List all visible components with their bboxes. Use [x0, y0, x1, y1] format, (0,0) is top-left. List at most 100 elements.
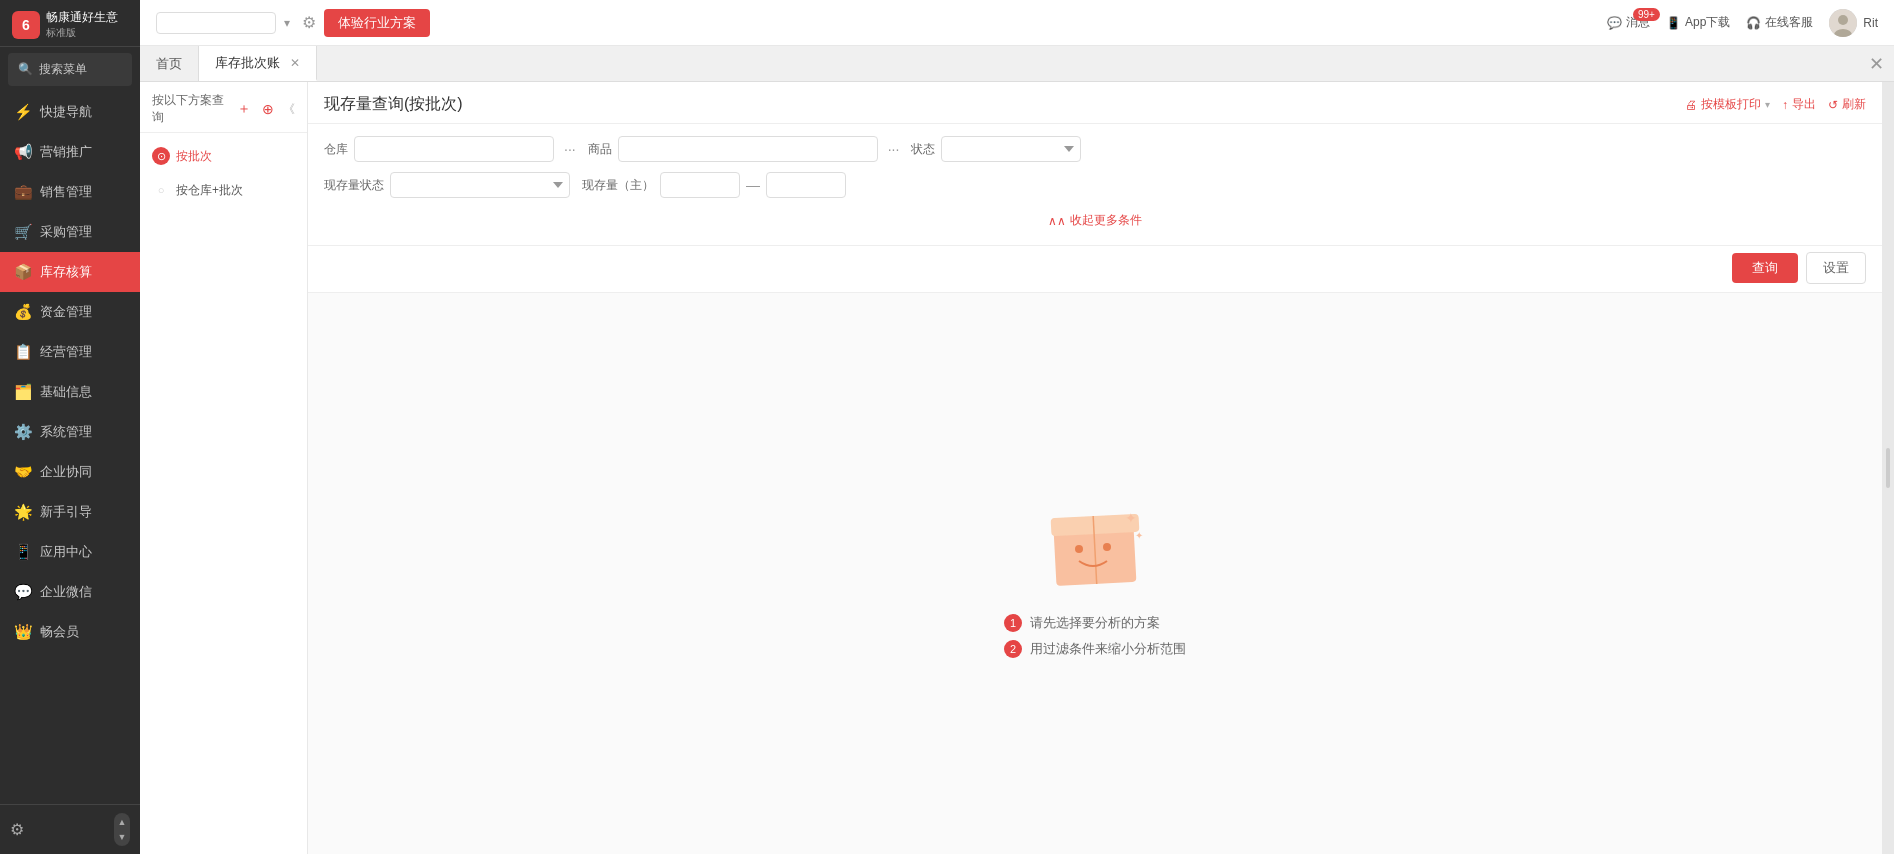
breadcrumb-input[interactable]: [156, 12, 276, 34]
guide-icon: 🌟: [14, 503, 32, 521]
svg-text:✦: ✦: [1125, 510, 1137, 526]
inventory-qty-from[interactable]: [660, 172, 740, 198]
hint-num-2: 2: [1004, 640, 1022, 658]
scroll-down-icon[interactable]: ▼: [118, 830, 127, 844]
sidebar-item-finance[interactable]: 💰 资金管理: [0, 292, 140, 332]
print-dropdown-icon[interactable]: ▾: [1765, 99, 1770, 110]
plan-item-by-batch[interactable]: ⊙ 按批次: [140, 139, 307, 173]
refresh-btn[interactable]: ↺ 刷新: [1828, 96, 1866, 113]
main-area: ▾ ⚙ 体验行业方案 💬 消息 99+ 📱 App下载 🎧 在线客服: [140, 0, 1894, 854]
right-panel: 现存量查询(按批次) 🖨 按模板打印 ▾ ↑ 导出 ↺: [308, 82, 1882, 854]
export-btn[interactable]: ↑ 导出: [1782, 96, 1816, 113]
tab-close-all-icon[interactable]: ✕: [1869, 53, 1884, 75]
download-icon: 📱: [1666, 16, 1681, 30]
product-input[interactable]: [618, 136, 878, 162]
collapse-panel-icon[interactable]: 《: [283, 101, 295, 118]
sidebar-item-label: 基础信息: [40, 383, 92, 401]
messages-badge: 99+: [1633, 8, 1660, 21]
inventory-status-filter: 现存量状态: [324, 172, 570, 198]
collapse-more-btn[interactable]: ∧∧ 收起更多条件: [324, 208, 1866, 233]
topbar: ▾ ⚙ 体验行业方案 💬 消息 99+ 📱 App下载 🎧 在线客服: [140, 0, 1894, 46]
warehouse-input[interactable]: [354, 136, 554, 162]
left-panel-icons: ＋ ⊕ 《: [235, 100, 295, 118]
sidebar-scroll-control: ▲ ▼: [114, 813, 130, 846]
query-button[interactable]: 查询: [1732, 253, 1798, 283]
filter-row-1: 仓库 ··· 商品 ··· 状态: [324, 136, 1866, 162]
settings-icon[interactable]: ⚙: [10, 820, 24, 839]
online-service-action[interactable]: 🎧 在线客服: [1746, 14, 1813, 31]
scroll-up-icon[interactable]: ▲: [118, 815, 127, 829]
sidebar-item-label: 新手引导: [40, 503, 92, 521]
filter-row-2: 现存量状态 现存量（主） —: [324, 172, 1866, 198]
tab-inventory-batch[interactable]: 库存批次账 ✕: [199, 46, 317, 81]
inventory-qty-to[interactable]: [766, 172, 846, 198]
sidebar-item-guide[interactable]: 🌟 新手引导: [0, 492, 140, 532]
sidebar-item-system[interactable]: ⚙️ 系统管理: [0, 412, 140, 452]
sidebar-item-label: 应用中心: [40, 543, 92, 561]
user-menu[interactable]: Rit: [1829, 9, 1878, 37]
app-title: 畅康通好生意: [46, 10, 118, 26]
tab-inventory-batch-label: 库存批次账: [215, 54, 280, 72]
product-more-icon[interactable]: ···: [888, 141, 900, 157]
chevron-down-icon[interactable]: ▾: [284, 16, 290, 30]
sidebar-item-purchase[interactable]: 🛒 采购管理: [0, 212, 140, 252]
user-name: Rit: [1863, 16, 1878, 30]
sidebar-nav: ⚡ 快捷导航 📢 营销推广 💼 销售管理 🛒 采购管理 📦 库存核算 💰: [0, 92, 140, 805]
search-menu-item[interactable]: 🔍 搜索菜单: [8, 53, 132, 86]
range-dash: —: [746, 177, 760, 193]
sidebar-item-basic[interactable]: 🗂️ 基础信息: [0, 372, 140, 412]
sidebar-item-enterprise[interactable]: 🤝 企业协同: [0, 452, 140, 492]
sidebar-item-member[interactable]: 👑 畅会员: [0, 612, 140, 652]
avatar: [1829, 9, 1857, 37]
sidebar-item-inventory[interactable]: 📦 库存核算: [0, 252, 140, 292]
sidebar-item-operations[interactable]: 📋 经营管理: [0, 332, 140, 372]
warehouse-more-icon[interactable]: ···: [564, 141, 576, 157]
app-download-label: App下载: [1685, 14, 1730, 31]
export-icon: ↑: [1782, 98, 1788, 112]
page-title: 现存量查询(按批次): [324, 94, 463, 115]
gear-icon[interactable]: ⚙: [302, 13, 316, 32]
print-btn[interactable]: 🖨 按模板打印 ▾: [1685, 96, 1770, 113]
tab-bar: 首页 库存批次账 ✕ ✕: [140, 46, 1894, 82]
sidebar-item-label: 资金管理: [40, 303, 92, 321]
settings-plan-icon[interactable]: ⊕: [259, 100, 277, 118]
filter-area: 仓库 ··· 商品 ··· 状态: [308, 124, 1882, 246]
settings-button[interactable]: 设置: [1806, 252, 1866, 284]
finance-icon: 💰: [14, 303, 32, 321]
svg-point-1: [1838, 15, 1848, 25]
app-download-action[interactable]: 📱 App下载: [1666, 14, 1730, 31]
plan-item-by-warehouse-batch[interactable]: ○ 按仓库+批次: [140, 173, 307, 207]
empty-hints: 1 请先选择要分析的方案 2 用过滤条件来缩小分析范围: [1004, 614, 1186, 666]
product-label: 商品: [588, 141, 612, 158]
status-select[interactable]: [941, 136, 1081, 162]
scrollbar-handle: [1886, 448, 1890, 488]
collapse-label: 收起更多条件: [1070, 212, 1142, 229]
sidebar-bottom: ⚙ ▲ ▼: [0, 804, 140, 854]
sidebar-item-quick-nav[interactable]: ⚡ 快捷导航: [0, 92, 140, 132]
add-plan-icon[interactable]: ＋: [235, 100, 253, 118]
tab-home[interactable]: 首页: [140, 46, 199, 81]
svg-point-6: [1075, 545, 1083, 553]
empty-icon: ✦ ✦: [1035, 481, 1155, 591]
marketing-icon: 📢: [14, 143, 32, 161]
refresh-label: 刷新: [1842, 96, 1866, 113]
basic-icon: 🗂️: [14, 383, 32, 401]
right-edge-scrollbar[interactable]: [1882, 82, 1894, 854]
sidebar-item-marketing[interactable]: 📢 营销推广: [0, 132, 140, 172]
sidebar-item-app-center[interactable]: 📱 应用中心: [0, 532, 140, 572]
app-logo: 6: [12, 11, 40, 39]
enterprise-icon: 🤝: [14, 463, 32, 481]
sidebar-item-sales[interactable]: 💼 销售管理: [0, 172, 140, 212]
headset-icon: 🎧: [1746, 16, 1761, 30]
app-center-icon: 📱: [14, 543, 32, 561]
export-label: 导出: [1792, 96, 1816, 113]
inventory-status-select[interactable]: [390, 172, 570, 198]
sidebar-item-wechat[interactable]: 💬 企业微信: [0, 572, 140, 612]
messages-action[interactable]: 💬 消息 99+: [1607, 14, 1650, 31]
print-label: 按模板打印: [1701, 96, 1761, 113]
app-subtitle: 标准版: [46, 26, 118, 40]
experience-btn[interactable]: 体验行业方案: [324, 9, 430, 37]
tab-close-icon[interactable]: ✕: [290, 56, 300, 70]
status-label: 状态: [911, 141, 935, 158]
sidebar-item-label: 销售管理: [40, 183, 92, 201]
